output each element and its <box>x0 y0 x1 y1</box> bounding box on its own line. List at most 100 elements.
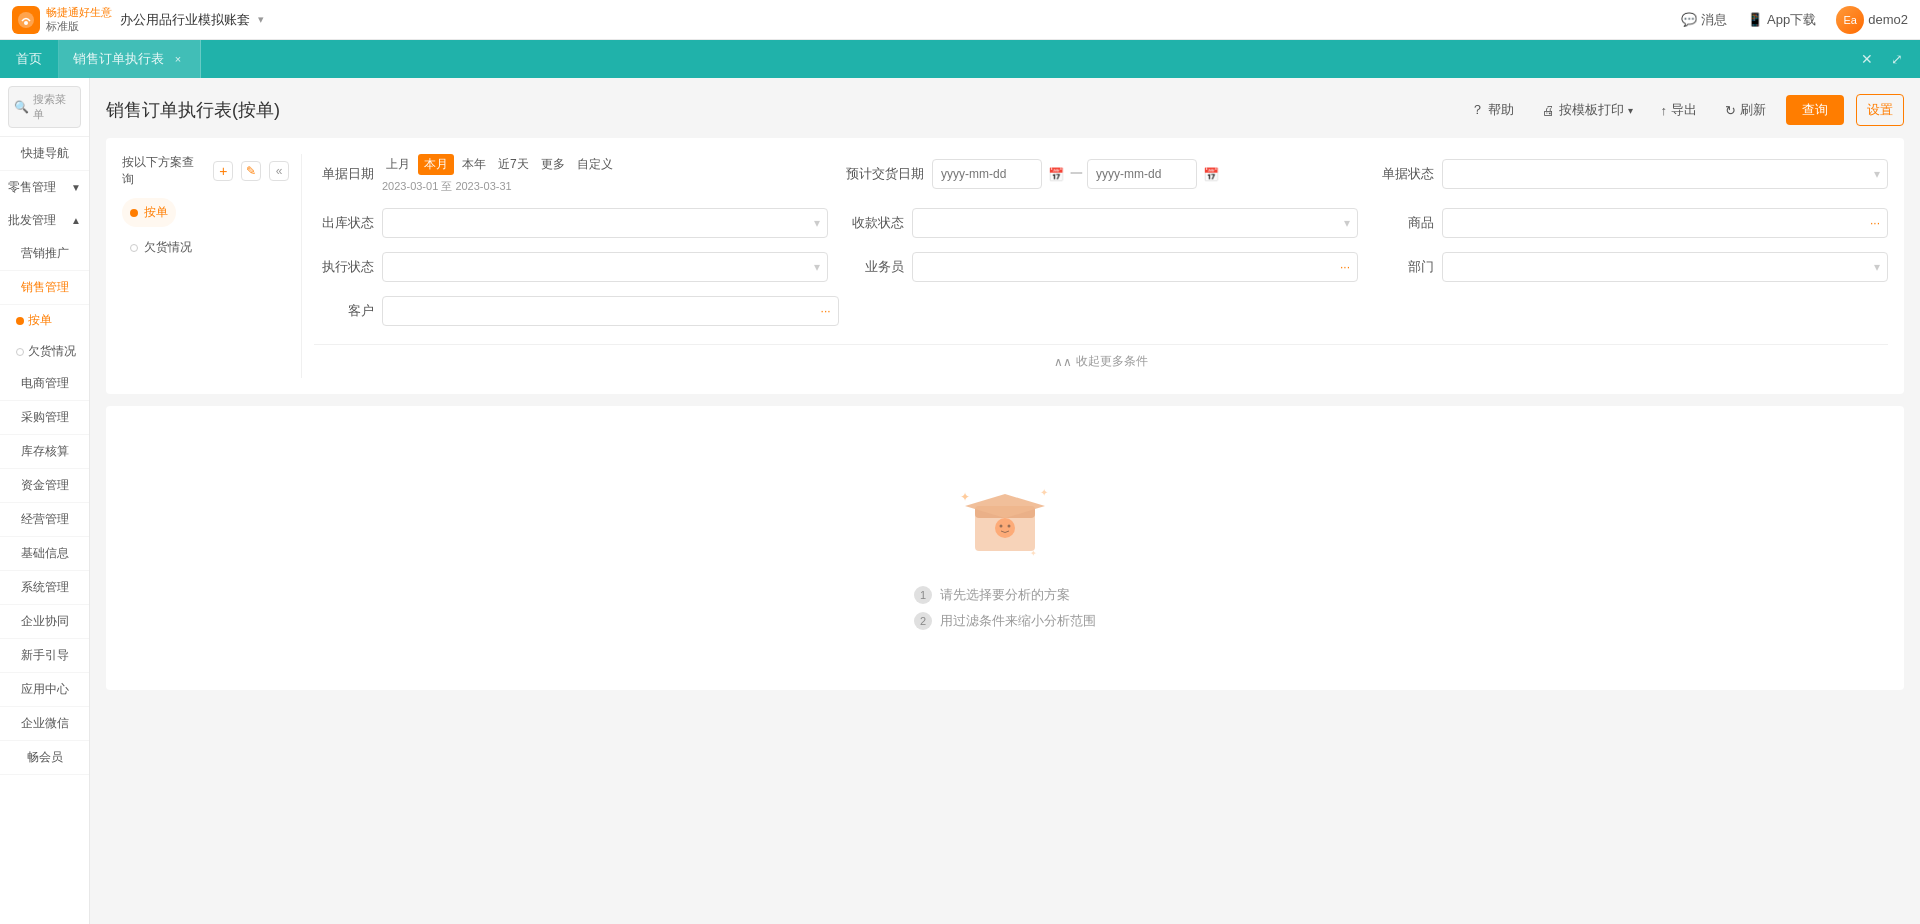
expected-date-start-input[interactable] <box>932 159 1042 189</box>
date-tab-more[interactable]: 更多 <box>537 154 569 175</box>
sidebar-item-sales-mgmt[interactable]: 销售管理 <box>0 271 89 305</box>
exec-status-wrap: ▾ <box>382 252 828 282</box>
bill-date-hint: 2023-03-01 至 2023-03-31 <box>382 179 828 194</box>
active-dot-icon <box>16 317 24 325</box>
customer-wrap: ··· <box>382 296 839 326</box>
tab-close-icon[interactable]: × <box>170 51 186 67</box>
empty-tips: 1 请先选择要分析的方案 2 用过滤条件来缩小分析范围 <box>914 586 1096 630</box>
sidebar-item-enterprise-wechat[interactable]: 企业微信 <box>0 707 89 741</box>
sidebar-item-enterprise-collab[interactable]: 企业协同 <box>0 605 89 639</box>
customer-input[interactable] <box>382 296 839 326</box>
user-avatar: Ea <box>1836 6 1864 34</box>
sidebar-item-finance-mgmt[interactable]: 资金管理 <box>0 469 89 503</box>
date-tabs: 上月 本月 本年 近7天 更多 自定义 <box>382 154 824 175</box>
sidebar-item-wholesale-mgmt[interactable]: 批发管理 ▲ <box>0 204 89 237</box>
date-tab-this-month[interactable]: 本月 <box>418 154 454 175</box>
circle-icon <box>16 348 24 356</box>
date-tab-7days[interactable]: 近7天 <box>494 154 533 175</box>
product-input[interactable] <box>1442 208 1888 238</box>
page-content: 销售订单执行表(按单) ？ 帮助 🖨 按模板打印 ▾ ↑ 导出 <box>90 78 1920 924</box>
expected-date-end-input[interactable] <box>1087 159 1197 189</box>
filter-header-label: 按以下方案查询 <box>122 154 205 188</box>
product-wrap: ··· <box>1442 208 1888 238</box>
sidebar-item-ops-mgmt[interactable]: 经营管理 <box>0 503 89 537</box>
collapse-btn[interactable]: ∧∧ 收起更多条件 <box>1042 349 1160 374</box>
solution-label: 欠货情况 <box>144 239 192 256</box>
empty-tip-1: 1 请先选择要分析的方案 <box>914 586 1096 604</box>
tab-active[interactable]: 销售订单执行表 × <box>59 40 201 78</box>
sidebar-item-basic-info[interactable]: 基础信息 <box>0 537 89 571</box>
sidebar-sub-item-press-order[interactable]: 按单 <box>0 305 89 336</box>
collapse-filter-button[interactable]: « <box>269 161 289 181</box>
svg-point-0 <box>18 12 34 28</box>
user-action[interactable]: Ea demo2 <box>1836 6 1908 34</box>
filter-panel: 按以下方案查询 + ✎ « 按单 欠货情况 <box>106 138 1904 394</box>
search-icon: 🔍 <box>14 100 29 114</box>
sidebar-item-label: 系统管理 <box>21 579 69 596</box>
chevron-down-icon: ▾ <box>814 216 820 230</box>
expected-date-wrap: 📅 一 📅 <box>932 159 1358 189</box>
payment-status-wrap: ▾ <box>912 208 1358 238</box>
dept-label: 部门 <box>1374 258 1434 276</box>
template-print-button[interactable]: 🖨 按模板打印 ▾ <box>1534 97 1641 123</box>
sidebar-item-inventory-check[interactable]: 库存核算 <box>0 435 89 469</box>
bill-status-wrap: ▾ <box>1442 159 1888 189</box>
refresh-button[interactable]: ↻ 刷新 <box>1717 97 1774 123</box>
query-button[interactable]: 查询 <box>1786 95 1844 125</box>
date-tab-custom[interactable]: 自定义 <box>573 154 617 175</box>
stock-status-select[interactable] <box>382 208 828 238</box>
sidebar-item-member[interactable]: 畅会员 <box>0 741 89 775</box>
tab-close-all-icon[interactable]: ✕ <box>1856 48 1878 70</box>
more-icon[interactable]: ··· <box>821 304 831 318</box>
sidebar-search-btn[interactable]: 🔍 搜索菜单 <box>8 86 81 128</box>
message-action[interactable]: 💬 消息 <box>1681 11 1727 29</box>
sidebar-item-retail-mgmt[interactable]: 零售管理 ▼ <box>0 171 89 204</box>
refresh-label: 刷新 <box>1740 101 1766 119</box>
filter-row-2: 出库状态 ▾ 收款状态 <box>314 208 1888 238</box>
solution-item-debt-status[interactable]: 欠货情况 <box>122 233 289 262</box>
chevron-down-icon: ▼ <box>71 182 81 193</box>
bill-status-select[interactable] <box>1442 159 1888 189</box>
customer-label: 客户 <box>314 302 374 320</box>
export-icon: ↑ <box>1661 103 1668 118</box>
help-button[interactable]: ？ 帮助 <box>1463 97 1522 123</box>
more-icon[interactable]: ··· <box>1870 216 1880 230</box>
sidebar-item-new-guide[interactable]: 新手引导 <box>0 639 89 673</box>
bill-date-field: 单据日期 上月 本月 本年 近7天 更多 自定义 <box>314 154 828 194</box>
solution-label: 按单 <box>144 204 168 221</box>
date-tab-last-month[interactable]: 上月 <box>382 154 414 175</box>
product-label: 商品 <box>1374 214 1434 232</box>
product-field: 商品 ··· <box>1374 208 1888 238</box>
more-icon[interactable]: ··· <box>1340 260 1350 274</box>
stock-status-field: 出库状态 ▾ <box>314 208 828 238</box>
payment-status-select[interactable] <box>912 208 1358 238</box>
dept-select[interactable] <box>1442 252 1888 282</box>
solution-item-press-order[interactable]: 按单 <box>122 198 176 227</box>
exec-status-select[interactable] <box>382 252 828 282</box>
page-title: 销售订单执行表(按单) <box>106 98 280 122</box>
tab-home[interactable]: 首页 <box>0 40 59 78</box>
app-download-action[interactable]: 📱 App下载 <box>1747 11 1816 29</box>
sidebar-item-purchase-mgmt[interactable]: 采购管理 <box>0 401 89 435</box>
tab-expand-icon[interactable]: ⤢ <box>1886 48 1908 70</box>
sidebar-item-sys-mgmt[interactable]: 系统管理 <box>0 571 89 605</box>
edit-solution-button[interactable]: ✎ <box>241 161 261 181</box>
sidebar-sub-item-debt-status[interactable]: 欠货情况 <box>0 336 89 367</box>
sidebar-item-app-center[interactable]: 应用中心 <box>0 673 89 707</box>
settings-button[interactable]: 设置 <box>1856 94 1904 126</box>
add-solution-button[interactable]: + <box>213 161 233 181</box>
date-tab-this-year[interactable]: 本年 <box>458 154 490 175</box>
header-dropdown-icon[interactable]: ▾ <box>258 13 264 26</box>
sidebar-item-marketing[interactable]: 营销推广 <box>0 237 89 271</box>
salesperson-input[interactable] <box>912 252 1358 282</box>
sidebar-sub-item-label: 按单 <box>28 312 52 329</box>
sidebar-item-quick-nav[interactable]: 快捷导航 <box>0 137 89 171</box>
chevron-down-icon: ▾ <box>1874 167 1880 181</box>
bill-status-label: 单据状态 <box>1374 165 1434 183</box>
empty-state: ✦ ✦ ✦ 1 请先选择要分析的方案 2 用过滤条件来缩小分析范围 <box>106 406 1904 690</box>
filter-left: 按以下方案查询 + ✎ « 按单 欠货情况 <box>122 154 302 378</box>
sidebar-item-label: 采购管理 <box>21 409 69 426</box>
app-download-icon: 📱 <box>1747 12 1763 27</box>
sidebar-item-ecommerce-mgmt[interactable]: 电商管理 <box>0 367 89 401</box>
export-button[interactable]: ↑ 导出 <box>1653 97 1706 123</box>
